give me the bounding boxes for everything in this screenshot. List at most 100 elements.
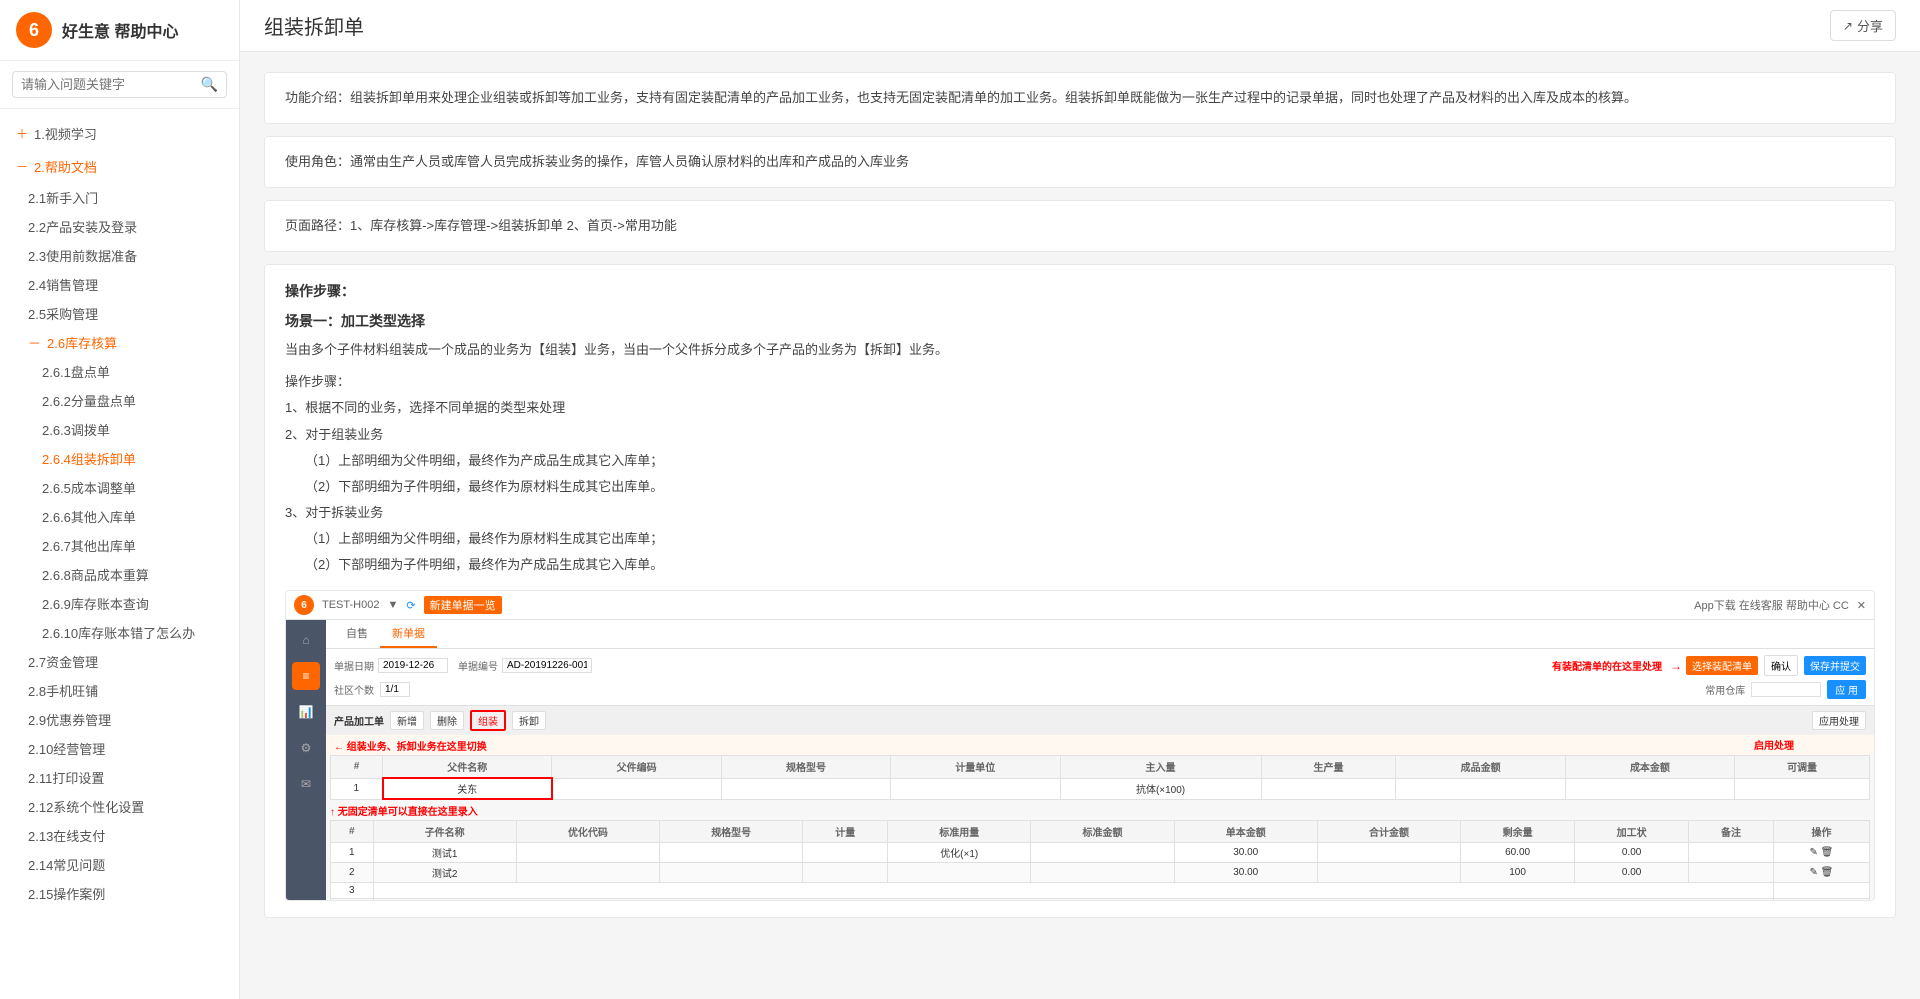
sidebar-item-2[interactable]: － 2.帮助文档 2.1新手入门 2.2产品安装及登录 2.3使用前数据准备 2… (0, 150, 239, 908)
ss-close-icon: ✕ (1857, 599, 1866, 612)
ss-annotation-process: 启用处理 (1754, 737, 1794, 752)
path-text: 页面路径：1、库存核算->库存管理->组装拆卸单 2、首页->常用功能 (285, 218, 677, 233)
scenario1-desc: 当由多个子件材料组装成一个成品的业务为【组装】业务，当由一个父件拆分成多个子产品… (285, 339, 1875, 361)
ss-annotation-row: ← 组装业务、拆卸业务在这里切换 启用处理 (326, 735, 1874, 755)
ss-warehouse-input (1751, 682, 1821, 697)
step2-2: （2）下部明细为子件明细，最终作为原材料生成其它出库单。 (305, 476, 1875, 498)
ss-th-1: # (331, 756, 383, 779)
ss-type-disassembly: 拆卸 (512, 711, 546, 730)
ss-date-label: 单据日期 (334, 658, 374, 673)
ss-th-10: 可调量 (1735, 756, 1870, 779)
ss-lth-4: 规格型号 (660, 821, 803, 843)
sidebar-item-1[interactable]: ＋ 1.视频学习 (0, 117, 239, 150)
sidebar-item-2-12[interactable]: 2.12系统个性化设置 (28, 792, 239, 821)
role-section: 使用角色：通常由生产人员或库管人员完成拆装业务的操作，库管人员确认原材料的出库和… (264, 136, 1896, 188)
sidebar-item-2-10[interactable]: 2.10经营管理 (28, 734, 239, 763)
ss-form-fields: 单据日期 单据编号 有装配清单的在这里处理 → 选择装配清单 确认 (334, 655, 1866, 676)
ss-lower-row-3: 3 (331, 883, 1870, 899)
ss-type-assembly: 组装 (470, 710, 506, 731)
ss-lcell-4-rest (373, 899, 1773, 901)
sidebar-item-2-6-2[interactable]: 2.6.2分量盘点单 (42, 386, 239, 415)
ss-refresh-icon: ⟳ (406, 599, 415, 612)
share-label: 分享 (1857, 16, 1883, 35)
ss-lcell-2-3 (516, 863, 659, 883)
sidebar-item-2-2[interactable]: 2.2产品安装及登录 (28, 212, 239, 241)
ss-lcell-2-9 (1317, 863, 1460, 883)
ss-lth-2: 子件名称 (373, 821, 516, 843)
sidebar-item-2-6-5[interactable]: 2.6.5成本调整单 (42, 473, 239, 502)
ss-cell-1-7 (1261, 778, 1396, 799)
ss-tab-1: 自售 (334, 620, 380, 648)
sidebar-item-2-6-8[interactable]: 2.6.8商品成本重算 (42, 560, 239, 589)
sidebar-item-2-8[interactable]: 2.8手机旺铺 (28, 676, 239, 705)
ss-lower-table-wrap: # 子件名称 优化代码 规格型号 计量 标准用量 标准金额 单本金额 (326, 820, 1874, 900)
ss-cell-1-5 (891, 778, 1060, 799)
sidebar-item-2-15[interactable]: 2.15操作案例 (28, 879, 239, 908)
sidebar-item-2-11[interactable]: 2.11打印设置 (28, 763, 239, 792)
search-icon[interactable]: 🔍 (201, 76, 218, 93)
ss-th-4: 规格型号 (721, 756, 890, 779)
sidebar-item-2-14[interactable]: 2.14常见问题 (28, 850, 239, 879)
sidebar-item-2-6-1[interactable]: 2.6.1盘点单 (42, 357, 239, 386)
main-area: 组装拆卸单 ↗ 分享 功能介绍：组装拆卸单用来处理企业组装或拆卸等加工业务，支持… (240, 0, 1920, 999)
ss-lcell-1-3 (516, 843, 659, 863)
ss-lower-row-2: 2 测试2 30.00 (331, 863, 1870, 883)
sidebar-item-2-6-3[interactable]: 2.6.3调拨单 (42, 415, 239, 444)
sidebar: 6 好生意 帮助中心 🔍 ＋ 1.视频学习 － 2.帮助文档 2.1新手入门 2… (0, 0, 240, 999)
sidebar-item-2-1[interactable]: 2.1新手入门 (28, 183, 239, 212)
ss-topbar: 6 TEST-H002 ▼ ⟳ 新建单据一览 App下载 在线客服 帮助中心 C… (286, 591, 1874, 620)
ss-lcell-1-11: 0.00 (1575, 843, 1689, 863)
ss-process-btn: 应用处理 (1812, 711, 1866, 730)
content-area: 功能介绍：组装拆卸单用来处理企业组装或拆卸等加工业务，支持有固定装配清单的产品加… (240, 52, 1920, 999)
ss-lcell-1-13: ✎ 🗑 (1773, 843, 1869, 863)
ss-toolbar: 产品加工单 新增 删除 组装 拆卸 应用处理 (326, 706, 1874, 735)
ss-annotation-type: ← 组装业务、拆卸业务在这里切换 (334, 742, 487, 753)
nav-label-2-6: 2.6库存核算 (47, 333, 117, 352)
sidebar-item-2-4[interactable]: 2.4销售管理 (28, 270, 239, 299)
ss-add-btn: 新增 (390, 711, 424, 730)
search-input[interactable] (21, 77, 201, 92)
ss-lcell-2-12 (1689, 863, 1774, 883)
ss-lcell-1-1: 1 (331, 843, 374, 863)
ss-lcell-1-6: 优化(×1) (888, 843, 1031, 863)
ss-lcell-3-rest (373, 883, 1773, 899)
screenshot-container: 6 TEST-H002 ▼ ⟳ 新建单据一览 App下载 在线客服 帮助中心 C… (285, 590, 1875, 901)
ss-lower-row-4: 4 (331, 899, 1870, 901)
sidebar-item-2-6-4[interactable]: 2.6.4组装拆卸单 (42, 444, 239, 473)
ss-lth-6: 标准用量 (888, 821, 1031, 843)
ss-lth-11: 加工状 (1575, 821, 1689, 843)
sidebar-item-2-7[interactable]: 2.7资金管理 (28, 647, 239, 676)
sidebar-item-2-6-10[interactable]: 2.6.10库存账本错了怎么办 (42, 618, 239, 647)
ss-lcell-1-9 (1317, 843, 1460, 863)
nav-label-2: 2.帮助文档 (34, 157, 97, 176)
ss-form-row2: 社区个数 常用仓库 应 用 (334, 680, 1866, 699)
sidebar-item-2-5[interactable]: 2.5采购管理 (28, 299, 239, 328)
share-button[interactable]: ↗ 分享 (1830, 10, 1896, 41)
ss-lth-12: 备注 (1689, 821, 1774, 843)
ss-cell-1-9 (1565, 778, 1734, 799)
search-area: 🔍 (0, 61, 239, 109)
expand-icon-2: － (16, 158, 28, 175)
ss-th-9: 成本金额 (1565, 756, 1734, 779)
ss-lcell-2-5 (803, 863, 888, 883)
ops-label: 操作步骤： (285, 371, 1875, 393)
ss-lth-5: 计量 (803, 821, 888, 843)
sidebar-item-2-6[interactable]: － 2.6库存核算 2.6.1盘点单 2.6.2分量盘点单 2.6.3调拨单 2… (28, 328, 239, 647)
ss-toolbar-label: 产品加工单 (334, 713, 384, 728)
ss-lcell-2-1: 2 (331, 863, 374, 883)
ss-cell-1-2: 关东 (383, 778, 552, 799)
ss-cell-1-8 (1396, 778, 1565, 799)
ss-upper-row-1: 1 关东 抗体(×100) (331, 778, 1870, 799)
ss-lcell-3-13 (1773, 883, 1869, 899)
ss-lcell-1-8: 30.00 (1174, 843, 1317, 863)
ss-nav-chart: 📊 (292, 698, 320, 726)
ss-th-5: 计量单位 (891, 756, 1060, 779)
sidebar-item-2-3[interactable]: 2.3使用前数据准备 (28, 241, 239, 270)
ss-upper-annotation: ↑ 无固定清单可以直接在这里录入 (330, 800, 1870, 820)
ss-save-btn: 保存并提交 (1804, 656, 1866, 675)
sidebar-item-2-6-6[interactable]: 2.6.6其他入库单 (42, 502, 239, 531)
sidebar-item-2-6-7[interactable]: 2.6.7其他出库单 (42, 531, 239, 560)
sidebar-item-2-13[interactable]: 2.13在线支付 (28, 821, 239, 850)
sidebar-item-2-9[interactable]: 2.9优惠券管理 (28, 705, 239, 734)
sidebar-item-2-6-9[interactable]: 2.6.9库存账本查询 (42, 589, 239, 618)
